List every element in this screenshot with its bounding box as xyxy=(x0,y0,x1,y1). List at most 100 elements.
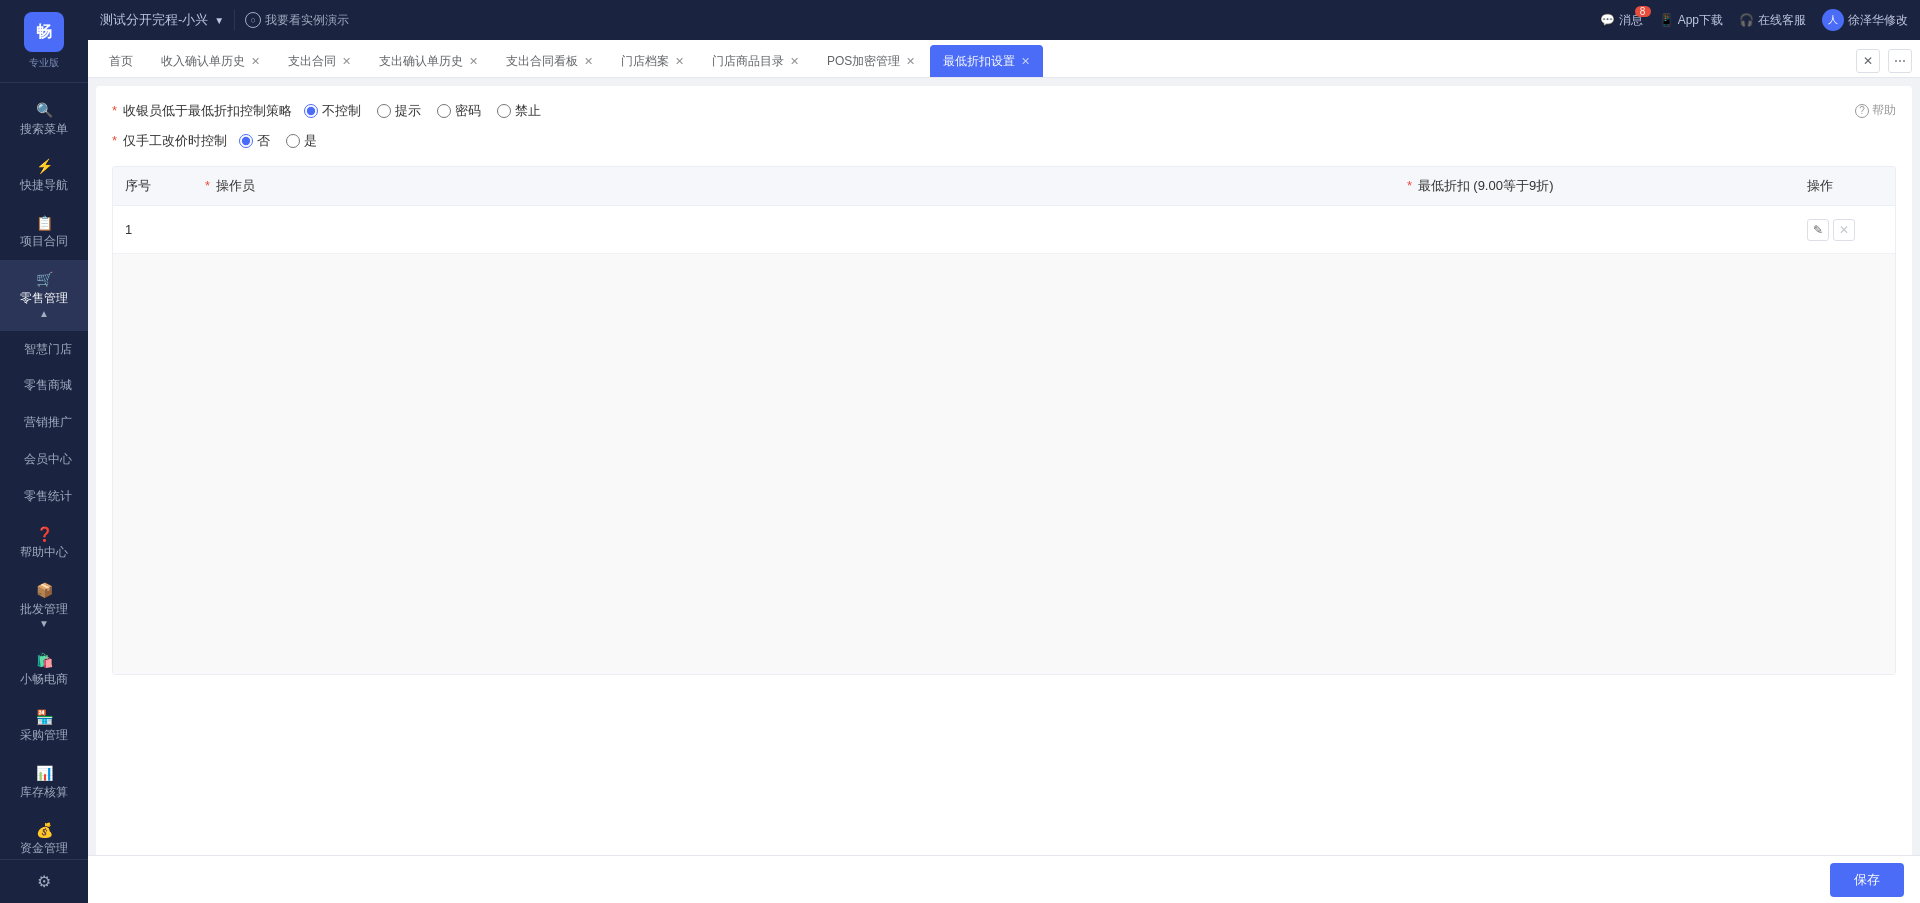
sidebar-item-inventory[interactable]: 📊 库存核算 xyxy=(0,754,88,810)
tab-home[interactable]: 首页 xyxy=(96,45,146,77)
radio-manual-yes-label: 是 xyxy=(304,132,317,150)
tab-pay-confirm[interactable]: 支出确认单历史 ✕ xyxy=(366,45,491,77)
tab-store-profile-close[interactable]: ✕ xyxy=(675,55,684,68)
page-card: ? 帮助 * 收银员低于最低折扣控制策略 不控制 xyxy=(96,86,1912,895)
online-service-btn[interactable]: 🎧 在线客服 xyxy=(1739,12,1806,29)
tabbar: 首页 收入确认单历史 ✕ 支出合同 ✕ 支出确认单历史 ✕ 支出合同看板 ✕ 门… xyxy=(88,40,1920,78)
radio-password-label: 密码 xyxy=(455,102,481,120)
demo-text: 我要看实例演示 xyxy=(265,12,349,29)
sidebar-bottom: ⚙ xyxy=(0,859,88,903)
manual-control-label: * 仅手工改价时控制 xyxy=(112,132,227,150)
tab-store-product[interactable]: 门店商品目录 ✕ xyxy=(699,45,812,77)
tab-pay-contract-close[interactable]: ✕ xyxy=(342,55,351,68)
manual-control-radios: 否 是 xyxy=(239,132,317,150)
manual-control-row: * 仅手工改价时控制 否 是 xyxy=(112,132,1896,150)
radio-no-control-input[interactable] xyxy=(304,104,318,118)
tab-income-confirm-close[interactable]: ✕ xyxy=(251,55,260,68)
sidebar-item-capital[interactable]: 💰 资金管理 xyxy=(0,811,88,860)
cell-seq-1: 1 xyxy=(113,212,193,247)
tab-min-discount[interactable]: 最低折扣设置 ✕ xyxy=(930,45,1043,77)
radio-manual-no-label: 否 xyxy=(257,132,270,150)
tab-pay-confirm-close[interactable]: ✕ xyxy=(469,55,478,68)
sidebar-item-retail-stat[interactable]: 零售统计 xyxy=(0,478,88,515)
sidebar-item-wholesale[interactable]: 📦 批发管理 ▼ xyxy=(0,571,88,641)
radio-ban[interactable]: 禁止 xyxy=(497,102,541,120)
cell-actions-1: ✎ ✕ xyxy=(1795,219,1895,241)
radio-manual-yes-input[interactable] xyxy=(286,134,300,148)
tab-more-btn[interactable]: ⋯ xyxy=(1888,49,1912,73)
logo-icon: 畅 xyxy=(24,12,64,52)
sidebar-item-purchase[interactable]: 🏪 采购管理 xyxy=(0,698,88,754)
col-actions: 操作 xyxy=(1795,167,1895,205)
sidebar-item-marketing[interactable]: 营销推广 xyxy=(0,404,88,441)
radio-ban-input[interactable] xyxy=(497,104,511,118)
tab-store-profile[interactable]: 门店档案 ✕ xyxy=(608,45,697,77)
radio-manual-yes[interactable]: 是 xyxy=(286,132,317,150)
edit-row-btn[interactable]: ✎ xyxy=(1807,219,1829,241)
online-service-label: 在线客服 xyxy=(1758,12,1806,29)
required-star-1: * xyxy=(112,103,117,118)
save-button[interactable]: 保存 xyxy=(1830,863,1904,897)
message-btn[interactable]: 💬 消息 8 xyxy=(1600,12,1643,29)
tab-store-profile-label: 门店档案 xyxy=(621,53,669,70)
tab-pay-contract[interactable]: 支出合同 ✕ xyxy=(275,45,364,77)
tab-pos-password-close[interactable]: ✕ xyxy=(906,55,915,68)
help-link[interactable]: ? 帮助 xyxy=(1855,102,1896,119)
col-operator: * 操作员 xyxy=(193,167,1395,205)
discount-control-row: * 收银员低于最低折扣控制策略 不控制 提示 xyxy=(112,102,1896,120)
sidebar-item-search[interactable]: 🔍 搜索菜单 xyxy=(0,91,88,147)
sidebar-item-online-store[interactable]: 零售商城 xyxy=(0,367,88,404)
settings-icon[interactable]: ⚙ xyxy=(37,872,51,891)
tabbar-actions: ✕ ⋯ xyxy=(1856,49,1912,77)
col-seq: 序号 xyxy=(113,167,193,205)
tab-pay-contract-board-close[interactable]: ✕ xyxy=(584,55,593,68)
sidebar-item-project[interactable]: 📋 项目合同 xyxy=(0,204,88,260)
tab-income-confirm[interactable]: 收入确认单历史 ✕ xyxy=(148,45,273,77)
table-row: 1 ✎ ✕ xyxy=(113,206,1895,254)
required-star-col-op: * xyxy=(205,178,210,193)
radio-manual-no-input[interactable] xyxy=(239,134,253,148)
demo-circle-icon: ○ xyxy=(245,12,261,28)
project-selector[interactable]: 测试分开完程-小兴 ▼ xyxy=(100,11,224,29)
sidebar-item-help[interactable]: ❓ 帮助中心 xyxy=(0,515,88,571)
radio-password[interactable]: 密码 xyxy=(437,102,481,120)
sidebar-item-shortcut[interactable]: ⚡ 快捷导航 xyxy=(0,147,88,203)
app-download-btn[interactable]: 📱 App下载 xyxy=(1659,12,1723,29)
required-star-2: * xyxy=(112,133,117,148)
tab-pay-contract-board[interactable]: 支出合同看板 ✕ xyxy=(493,45,606,77)
user-menu-btn[interactable]: 人 徐泽华修改 xyxy=(1822,9,1908,31)
radio-manual-no[interactable]: 否 xyxy=(239,132,270,150)
cell-min-discount-1 xyxy=(1395,220,1795,240)
delete-row-btn[interactable]: ✕ xyxy=(1833,219,1855,241)
tab-min-discount-label: 最低折扣设置 xyxy=(943,53,1015,70)
sidebar-menu: 🔍 搜索菜单 ⚡ 快捷导航 📋 项目合同 🛒 零售管理 ▲ 智慧门店 零售商城 … xyxy=(0,83,88,859)
demo-btn[interactable]: ○ 我要看实例演示 xyxy=(245,12,349,29)
tab-pay-contract-label: 支出合同 xyxy=(288,53,336,70)
tab-store-product-close[interactable]: ✕ xyxy=(790,55,799,68)
app-download-icon: 📱 xyxy=(1659,13,1674,27)
sidebar-logo: 畅 专业版 xyxy=(0,0,88,83)
col-min-discount: * 最低折扣 (9.00等于9折) xyxy=(1395,167,1795,205)
sidebar-item-member[interactable]: 会员中心 xyxy=(0,441,88,478)
radio-tip[interactable]: 提示 xyxy=(377,102,421,120)
tab-store-product-label: 门店商品目录 xyxy=(712,53,784,70)
page-footer: 保存 xyxy=(88,855,1920,903)
required-star-col-disc: * xyxy=(1407,178,1412,193)
app-download-label: App下载 xyxy=(1678,12,1723,29)
tab-close-btn[interactable]: ✕ xyxy=(1856,49,1880,73)
tab-pos-password[interactable]: POS加密管理 ✕ xyxy=(814,45,928,77)
sidebar-item-ecommerce[interactable]: 🛍️ 小畅电商 xyxy=(0,641,88,697)
radio-tip-input[interactable] xyxy=(377,104,391,118)
sidebar: 畅 专业版 🔍 搜索菜单 ⚡ 快捷导航 📋 项目合同 🛒 零售管理 ▲ 智慧门店… xyxy=(0,0,88,903)
topbar-right: 💬 消息 8 📱 App下载 🎧 在线客服 人 徐泽华修改 xyxy=(1600,9,1908,31)
sidebar-item-retail[interactable]: 🛒 零售管理 ▲ xyxy=(0,260,88,330)
form-section: * 收银员低于最低折扣控制策略 不控制 提示 xyxy=(112,102,1896,150)
tab-pay-confirm-label: 支出确认单历史 xyxy=(379,53,463,70)
radio-password-input[interactable] xyxy=(437,104,451,118)
sidebar-item-smart-store[interactable]: 智慧门店 xyxy=(0,331,88,368)
tab-income-confirm-label: 收入确认单历史 xyxy=(161,53,245,70)
radio-no-control[interactable]: 不控制 xyxy=(304,102,361,120)
tab-home-label: 首页 xyxy=(109,53,133,70)
bottom-spacer xyxy=(112,675,1896,731)
tab-min-discount-close[interactable]: ✕ xyxy=(1021,55,1030,68)
